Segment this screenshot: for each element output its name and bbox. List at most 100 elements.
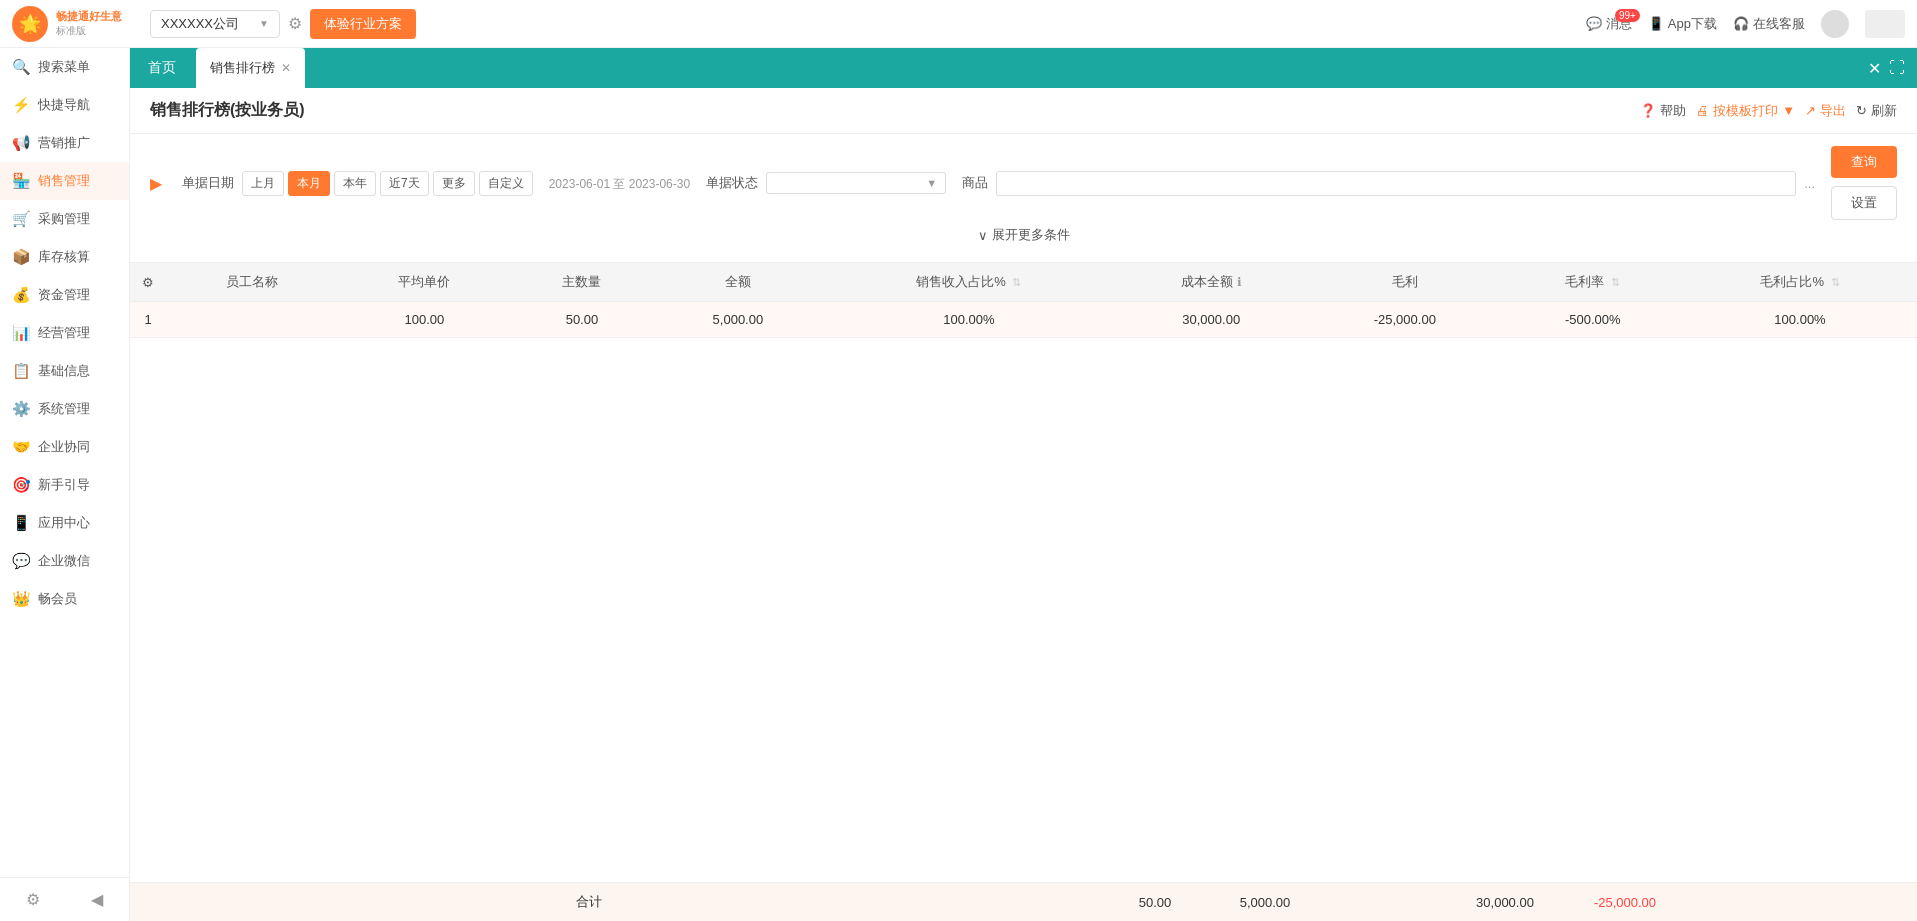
footer-table: 合计 50.00 5,000.00 30,000.00 -25,000.00 bbox=[142, 893, 1905, 911]
sidebar-item-basic-info[interactable]: 📋 基础信息 bbox=[0, 352, 129, 390]
sidebar-item-enterprise[interactable]: 🤝 企业协同 bbox=[0, 428, 129, 466]
sidebar-item-inventory[interactable]: 📦 库存核算 bbox=[0, 238, 129, 276]
th-cost-label: 成本全额 bbox=[1181, 274, 1233, 289]
message-icon: 💬 bbox=[1586, 16, 1602, 31]
sidebar-item-wechat[interactable]: 💬 企业微信 bbox=[0, 542, 129, 580]
th-profit-label: 毛利 bbox=[1392, 274, 1418, 289]
sidebar-item-marketing[interactable]: 📢 营销推广 bbox=[0, 124, 129, 162]
date-btn-this-month[interactable]: 本月 bbox=[288, 171, 330, 196]
tab-bar: 首页 销售排行榜 ✕ ✕ ⛶ bbox=[130, 48, 1917, 88]
tab-close-icon[interactable]: ✕ bbox=[281, 61, 291, 75]
th-sales-pct[interactable]: 销售收入占比% ⇅ bbox=[822, 263, 1115, 302]
th-avg-price: 平均单价 bbox=[338, 263, 510, 302]
guide-icon: 🎯 bbox=[12, 476, 30, 494]
sales-icon: 🏪 bbox=[12, 172, 30, 190]
sidebar-settings-btn[interactable]: ⚙ bbox=[22, 886, 44, 913]
quick-nav-icon: ⚡ bbox=[12, 96, 30, 114]
expand-btn-label: 展开更多条件 bbox=[992, 226, 1070, 244]
sidebar-item-operations[interactable]: 📊 经营管理 bbox=[0, 314, 129, 352]
footer-row: 合计 50.00 5,000.00 30,000.00 -25,000.00 bbox=[142, 893, 1905, 911]
sidebar-collapse-btn[interactable]: ◀ bbox=[87, 886, 107, 913]
sidebar-item-guide[interactable]: 🎯 新手引导 bbox=[0, 466, 129, 504]
footer-label: 合计 bbox=[172, 893, 1005, 911]
date-btn-this-year[interactable]: 本年 bbox=[334, 171, 376, 196]
sort-sales-pct-icon[interactable]: ⇅ bbox=[1012, 276, 1021, 288]
logo-text-block: 畅捷通好生意 标准版 bbox=[56, 9, 122, 37]
query-button[interactable]: 查询 bbox=[1831, 146, 1897, 178]
filter-row: ▶ 单据日期 上月 本月 本年 近7天 更多 自定义 bbox=[150, 146, 1897, 220]
avatar[interactable] bbox=[1821, 10, 1849, 38]
filter-area: ▶ 单据日期 上月 本月 本年 近7天 更多 自定义 bbox=[130, 134, 1917, 263]
message-button[interactable]: 💬 消息 99+ bbox=[1586, 15, 1632, 33]
sidebar-item-purchase[interactable]: 🛒 采购管理 bbox=[0, 200, 129, 238]
status-select[interactable]: ▼ bbox=[766, 172, 946, 194]
app-download-button[interactable]: 📱 App下载 bbox=[1648, 15, 1717, 33]
th-settings[interactable]: ⚙ bbox=[130, 263, 166, 302]
refresh-button[interactable]: ↻ 刷新 bbox=[1856, 102, 1897, 120]
sidebar-bottom: ⚙ ◀ bbox=[0, 877, 129, 921]
logo-icon: 🌟 bbox=[12, 6, 48, 42]
filter-goods: 商品 ... bbox=[962, 171, 1815, 196]
cell-profit-pct: 100.00% bbox=[1683, 302, 1917, 338]
footer-profit-rate-placeholder bbox=[1685, 893, 1785, 911]
goods-input[interactable] bbox=[996, 171, 1796, 196]
settings-icon[interactable]: ⚙ bbox=[288, 14, 302, 33]
sort-profit-rate-icon[interactable]: ⇅ bbox=[1611, 276, 1620, 288]
company-name: XXXXXX公司 bbox=[161, 15, 255, 33]
operations-icon: 📊 bbox=[12, 324, 30, 342]
date-btn-last-month[interactable]: 上月 bbox=[242, 171, 284, 196]
top-right: 💬 消息 99+ 📱 App下载 🎧 在线客服 bbox=[1586, 10, 1905, 38]
sidebar-item-search[interactable]: 🔍 搜索菜单 bbox=[0, 48, 129, 86]
date-range-text: 2023-06-01 至 2023-06-30 bbox=[549, 176, 690, 193]
expand-more-row[interactable]: ∨ 展开更多条件 bbox=[150, 220, 1897, 250]
sidebar-item-member[interactable]: 👑 畅会员 bbox=[0, 580, 129, 618]
cell-name bbox=[166, 302, 338, 338]
filter-date: 单据日期 上月 本月 本年 近7天 更多 自定义 bbox=[182, 171, 533, 196]
export-button[interactable]: ↗ 导出 bbox=[1805, 102, 1846, 120]
date-btn-more[interactable]: 更多 bbox=[433, 171, 475, 196]
sidebar-label-marketing: 营销推广 bbox=[38, 134, 90, 152]
sidebar-item-system[interactable]: ⚙️ 系统管理 bbox=[0, 390, 129, 428]
date-range-display: 2023-06-01 至 2023-06-30 bbox=[549, 174, 690, 193]
sidebar-item-sales[interactable]: 🏪 销售管理 bbox=[0, 162, 129, 200]
template-print-button[interactable]: 🖨 按模板打印 ▼ bbox=[1696, 102, 1795, 120]
sidebar-item-quick-nav[interactable]: ⚡ 快捷导航 bbox=[0, 86, 129, 124]
date-btn-custom[interactable]: 自定义 bbox=[479, 171, 533, 196]
sort-profit-pct-icon[interactable]: ⇅ bbox=[1831, 276, 1840, 288]
th-avg-label: 平均单价 bbox=[398, 274, 450, 289]
trial-button[interactable]: 体验行业方案 bbox=[310, 9, 416, 39]
table-section: ⚙ 员工名称 平均单价 主数量 全额 销售收入占比% ⇅ bbox=[130, 263, 1917, 921]
company-selector[interactable]: XXXXXX公司 ▼ bbox=[150, 10, 280, 38]
logo-sub: 标准版 bbox=[56, 24, 122, 38]
print-icon: 🖨 bbox=[1696, 103, 1709, 118]
cost-info-icon[interactable]: ℹ bbox=[1237, 275, 1242, 289]
settings-button[interactable]: 设置 bbox=[1831, 186, 1897, 220]
chevron-down-icon: ▼ bbox=[259, 18, 269, 29]
footer-profit: -25,000.00 bbox=[1565, 893, 1685, 911]
tab-action-close[interactable]: ✕ bbox=[1868, 59, 1881, 78]
help-button[interactable]: ❓ 帮助 bbox=[1640, 102, 1686, 120]
tab-action-expand[interactable]: ⛶ bbox=[1889, 59, 1905, 77]
inventory-icon: 📦 bbox=[12, 248, 30, 266]
cell-sales-pct: 100.00% bbox=[822, 302, 1115, 338]
cell-profit: -25,000.00 bbox=[1307, 302, 1502, 338]
th-profit-pct[interactable]: 毛利占比% ⇅ bbox=[1683, 263, 1917, 302]
th-profit-rate[interactable]: 毛利率 ⇅ bbox=[1502, 263, 1683, 302]
tab-home[interactable]: 首页 bbox=[130, 48, 194, 88]
cell-cost: 30,000.00 bbox=[1115, 302, 1307, 338]
table-row: 1100.0050.005,000.00100.00%30,000.00-25,… bbox=[130, 302, 1917, 338]
sidebar-item-app-center[interactable]: 📱 应用中心 bbox=[0, 504, 129, 542]
app-container: 🌟 畅捷通好生意 标准版 XXXXXX公司 ▼ ⚙ 体验行业方案 💬 消息 99… bbox=[0, 0, 1917, 921]
date-btn-7days[interactable]: 近7天 bbox=[380, 171, 429, 196]
filter-expand-arrow[interactable]: ▶ bbox=[150, 174, 162, 193]
tab-sales-ranking[interactable]: 销售排行榜 ✕ bbox=[196, 48, 305, 88]
footer-empty bbox=[142, 893, 172, 911]
print-chevron-icon: ▼ bbox=[1782, 103, 1795, 118]
sidebar-item-finance[interactable]: 💰 资金管理 bbox=[0, 276, 129, 314]
export-label: 导出 bbox=[1820, 102, 1846, 120]
more-options-btn[interactable]: ... bbox=[1804, 176, 1815, 191]
online-service-button[interactable]: 🎧 在线客服 bbox=[1733, 15, 1805, 33]
sidebar-label-search: 搜索菜单 bbox=[38, 58, 90, 76]
sidebar-label-wechat: 企业微信 bbox=[38, 552, 90, 570]
sidebar: 🔍 搜索菜单 ⚡ 快捷导航 📢 营销推广 🏪 销售管理 🛒 采购管理 📦 bbox=[0, 48, 130, 921]
